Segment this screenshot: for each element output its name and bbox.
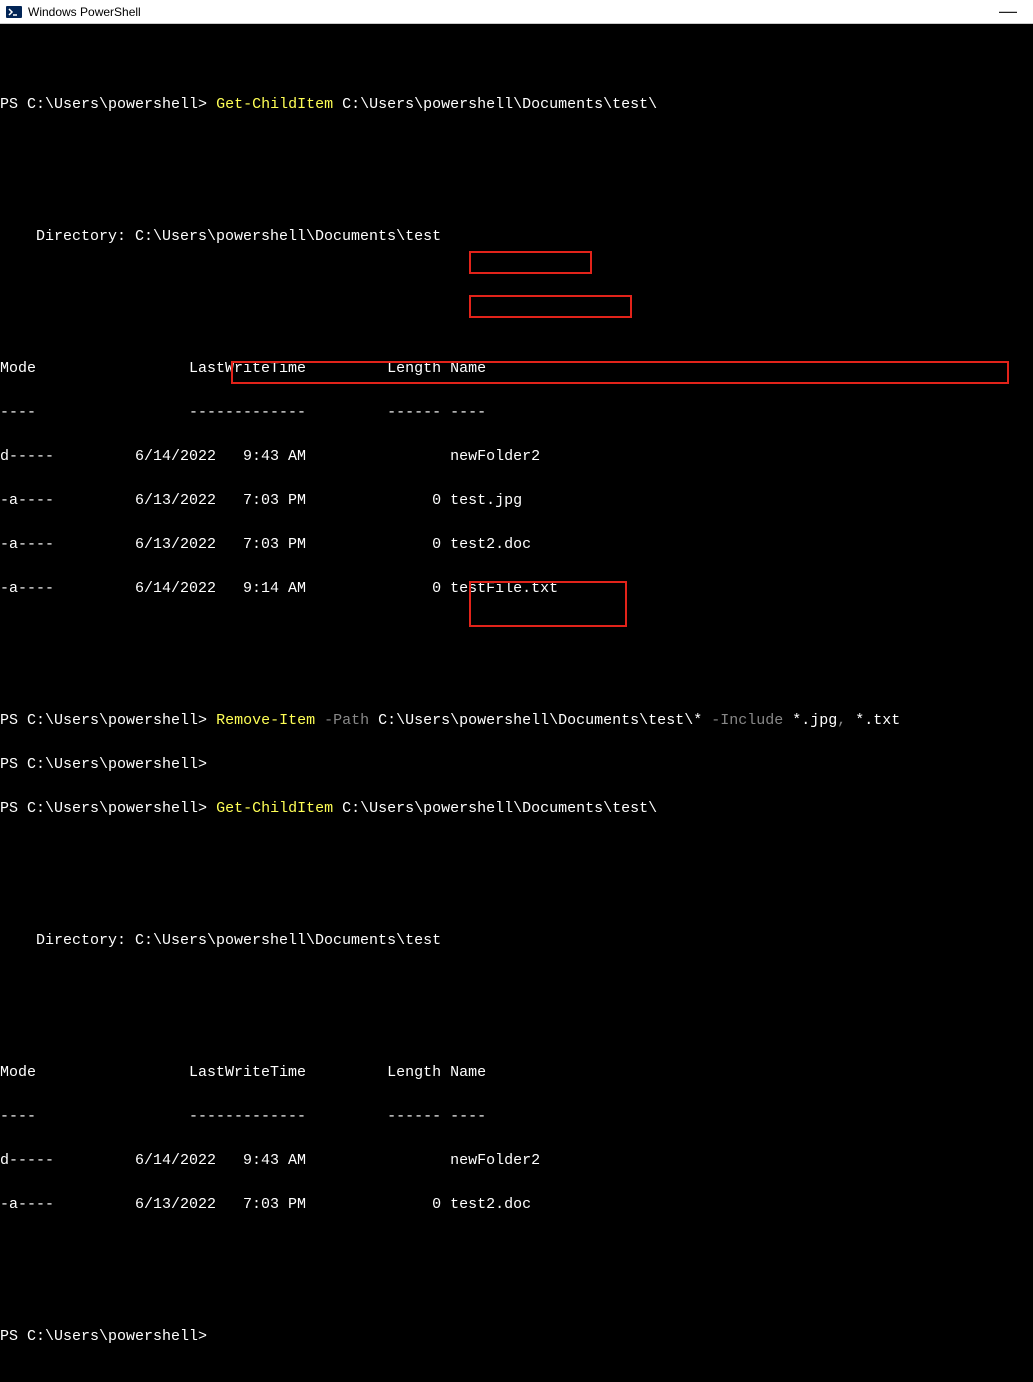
blank-line — [0, 1018, 1033, 1040]
minimize-button[interactable]: — — [999, 1, 1027, 22]
blank-line — [0, 1238, 1033, 1260]
column-header: Mode LastWriteTime Length Name — [0, 358, 1033, 380]
cmdlet-remove-item: Remove-Item — [216, 712, 315, 729]
titlebar[interactable]: Windows PowerShell — — [0, 0, 1033, 24]
blank-line — [0, 182, 1033, 204]
column-header: Mode LastWriteTime Length Name — [0, 1062, 1033, 1084]
column-dashes: ---- ------------- ------ ---- — [0, 402, 1033, 424]
blank-line — [0, 842, 1033, 864]
powershell-icon — [6, 4, 22, 20]
blank-line — [0, 314, 1033, 336]
prompt-line-2: PS C:\Users\powershell> Remove-Item -Pat… — [0, 710, 1033, 732]
listing-row: d----- 6/14/2022 9:43 AM newFolder2 — [0, 1150, 1033, 1172]
blank-line — [0, 622, 1033, 644]
blank-line — [0, 50, 1033, 72]
blank-line — [0, 666, 1033, 688]
terminal-area[interactable]: PS C:\Users\powershell> Get-ChildItem C:… — [0, 24, 1033, 1382]
listing-row: d----- 6/14/2022 9:43 AM newFolder2 — [0, 446, 1033, 468]
directory-header: Directory: C:\Users\powershell\Documents… — [0, 930, 1033, 952]
prompt-line-1: PS C:\Users\powershell> Get-ChildItem C:… — [0, 94, 1033, 116]
listing-row: -a---- 6/13/2022 7:03 PM 0 test.jpg — [0, 490, 1033, 512]
cmdlet-get-childitem: Get-ChildItem — [216, 96, 333, 113]
listing-row: -a---- 6/14/2022 9:14 AM 0 testFile.txt — [0, 578, 1033, 600]
blank-line — [0, 886, 1033, 908]
blank-line — [0, 974, 1033, 996]
column-dashes: ---- ------------- ------ ---- — [0, 1106, 1033, 1128]
blank-line — [0, 1282, 1033, 1304]
blank-line — [0, 270, 1033, 292]
prompt-line-4: PS C:\Users\powershell> Get-ChildItem C:… — [0, 798, 1033, 820]
cmdlet-get-childitem: Get-ChildItem — [216, 800, 333, 817]
window-title: Windows PowerShell — [28, 5, 141, 19]
directory-header: Directory: C:\Users\powershell\Documents… — [0, 226, 1033, 248]
listing-row: -a---- 6/13/2022 7:03 PM 0 test2.doc — [0, 534, 1033, 556]
prompt-line-3: PS C:\Users\powershell> — [0, 754, 1033, 776]
blank-line — [0, 138, 1033, 160]
listing-row: -a---- 6/13/2022 7:03 PM 0 test2.doc — [0, 1194, 1033, 1216]
prompt-line-5: PS C:\Users\powershell> — [0, 1326, 1033, 1348]
